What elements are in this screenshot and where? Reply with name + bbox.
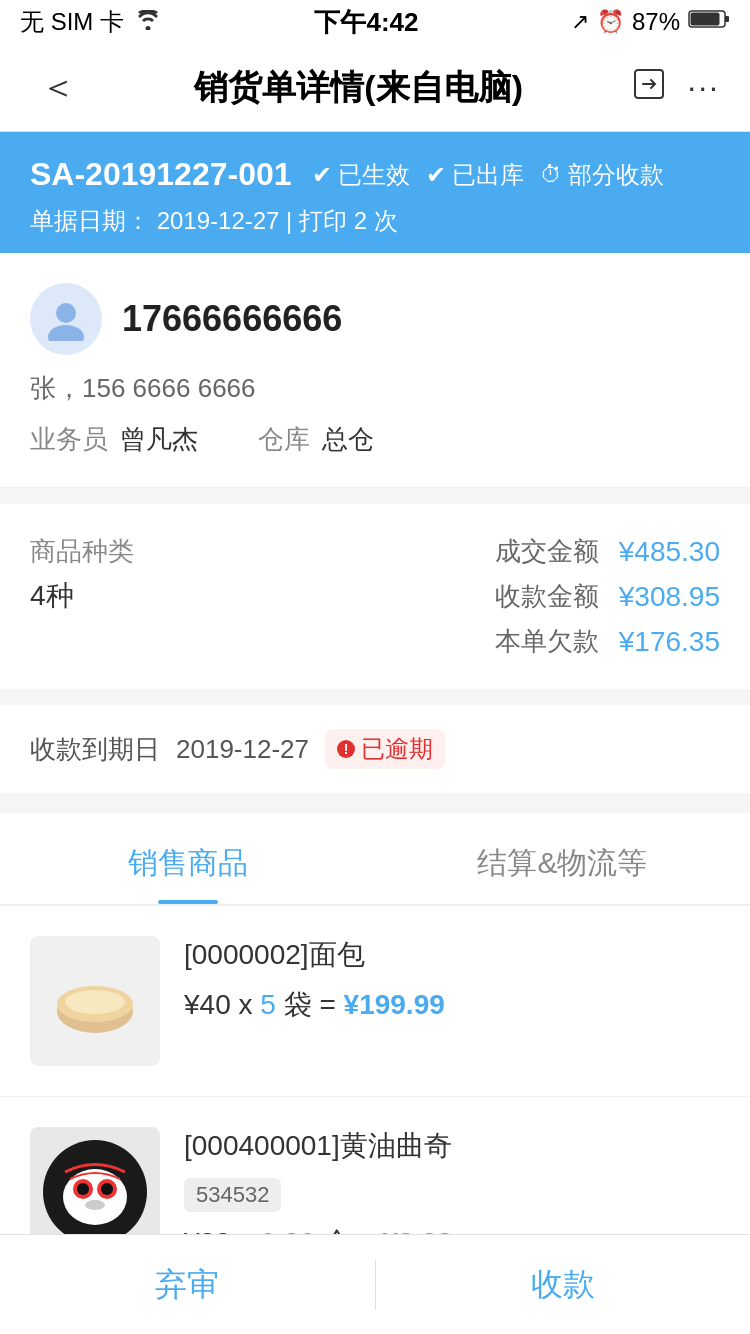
location-icon: ↗ [571,9,589,35]
reject-button[interactable]: 弃审 [0,1243,375,1327]
status-left: 无 SIM 卡 [20,6,162,38]
more-icon[interactable]: ··· [687,69,720,106]
battery-icon [688,8,730,36]
customer-name: 17666666666 [122,298,342,340]
status-right: ↗ ⏰ 87% [571,8,730,36]
back-button[interactable]: ＜ [30,53,86,122]
amount-row: 成交金额 ¥485.30 [495,534,720,569]
time-text: 下午4:42 [314,5,418,40]
page-title: 销货单详情(来自电脑) [194,65,523,111]
svg-point-14 [101,1183,113,1195]
status-payment: ⏱ 部分收款 [540,159,664,191]
product-count: 商品种类 4种 [30,534,134,615]
bottom-bar: 弃审 收款 [0,1234,750,1334]
check-effective-icon: ✔ [312,161,332,189]
owed-row: 本单欠款 ¥176.35 [495,624,720,659]
stats-section: 商品种类 4种 成交金额 ¥485.30 收款金额 ¥308.95 本单欠款 ¥… [0,504,750,689]
carrier-text: 无 SIM 卡 [20,6,124,38]
tab-products[interactable]: 销售商品 [0,813,375,904]
collect-button[interactable]: 收款 [376,1243,751,1327]
order-date-line: 单据日期： 2019-12-27 | 打印 2 次 [30,205,720,237]
salesperson-item: 业务员 曾凡杰 [30,422,198,457]
product-info-1: [0000002]面包 ¥40 x 5 袋 = ¥199.99 [184,936,720,1024]
svg-point-13 [77,1183,89,1195]
status-tags: ✔ 已生效 ✔ 已出库 ⏱ 部分收款 [312,159,664,191]
customer-section: 17666666666 张，156 6666 6666 业务员 曾凡杰 仓库 总… [0,253,750,488]
order-id: SA-20191227-001 [30,156,292,193]
status-effective: ✔ 已生效 [312,159,410,191]
check-delivered-icon: ✔ [426,161,446,189]
nav-bar: ＜ 销货单详情(来自电脑) ··· [0,44,750,132]
overdue-badge: ! 已逾期 [325,729,445,769]
received-row: 收款金额 ¥308.95 [495,579,720,614]
share-icon[interactable] [631,66,667,109]
tabs: 销售商品 结算&物流等 [0,813,750,906]
status-bar: 无 SIM 卡 下午4:42 ↗ ⏰ 87% [0,0,750,44]
svg-point-15 [85,1200,105,1210]
product-price-1: ¥40 x 5 袋 = ¥199.99 [184,986,720,1024]
svg-rect-1 [725,16,729,22]
due-date-section: 收款到期日 2019-12-27 ! 已逾期 [0,705,750,793]
product-name-2: [000400001]黄油曲奇 [184,1127,720,1165]
alarm-icon: ⏰ [597,9,624,35]
header-banner: SA-20191227-001 ✔ 已生效 ✔ 已出库 ⏱ 部分收款 单据日期：… [0,132,750,253]
svg-rect-2 [690,13,719,26]
battery-text: 87% [632,8,680,36]
svg-point-4 [56,303,76,323]
product-image-1 [30,936,160,1066]
tab-settlement[interactable]: 结算&物流等 [375,813,750,904]
customer-meta: 业务员 曾凡杰 仓库 总仓 [30,422,720,457]
status-delivered: ✔ 已出库 [426,159,524,191]
clock-icon: ⏱ [540,162,562,188]
svg-point-8 [65,990,125,1014]
svg-point-5 [48,325,84,341]
financial-stats: 成交金额 ¥485.30 收款金额 ¥308.95 本单欠款 ¥176.35 [495,534,720,659]
product-name-1: [0000002]面包 [184,936,720,974]
customer-detail: 张，156 6666 6666 [30,371,720,406]
warehouse-item: 仓库 总仓 [258,422,374,457]
product-sku-2: 534532 [184,1178,281,1212]
list-item: [0000002]面包 ¥40 x 5 袋 = ¥199.99 [0,906,750,1097]
nav-actions: ··· [631,66,720,109]
wifi-icon [134,8,162,36]
customer-avatar [30,283,102,355]
overdue-icon: ! [337,740,355,758]
